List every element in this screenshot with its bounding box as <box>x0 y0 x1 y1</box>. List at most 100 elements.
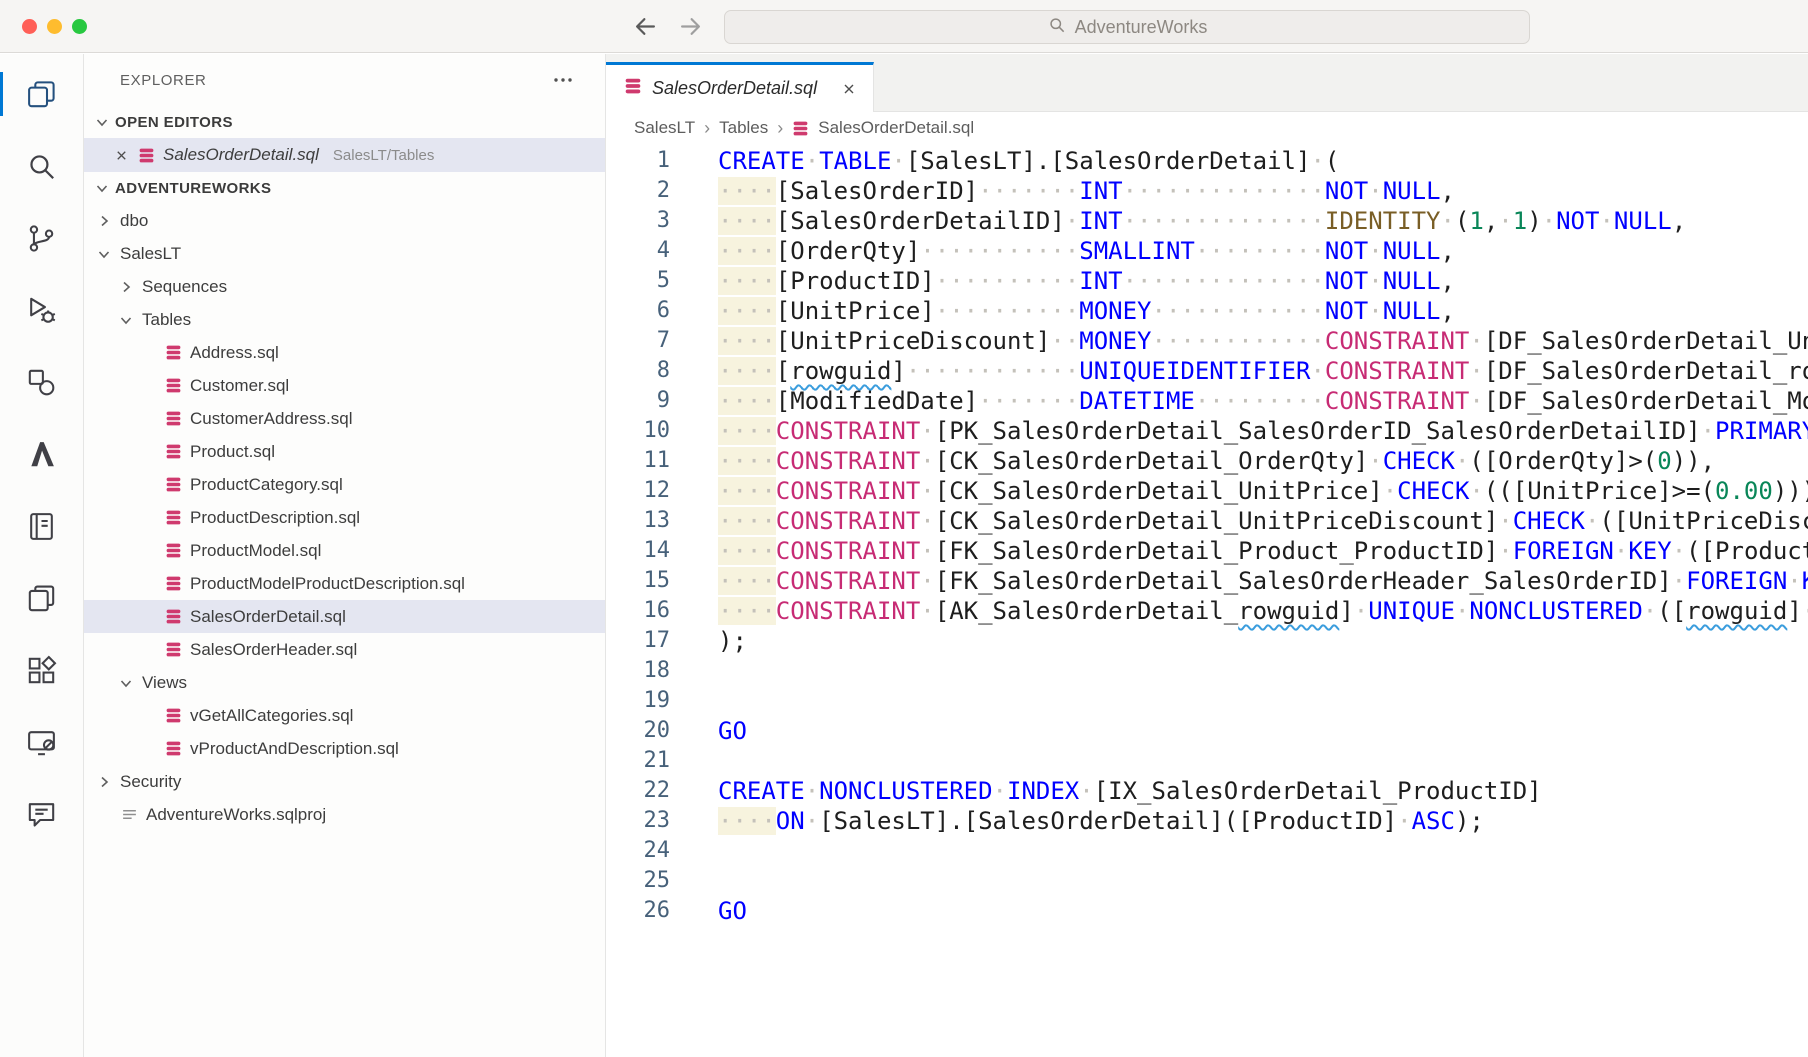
tab-salesorderdetail[interactable]: SalesOrderDetail.sql <box>606 62 874 112</box>
tree-item-tables[interactable]: Tables <box>84 303 605 336</box>
code-line-text: ····CONSTRAINT·[PK_SalesOrderDetail_Sale… <box>718 416 1808 446</box>
code-line: 12 ····CONSTRAINT·[CK_SalesOrderDetail_Un… <box>606 476 1808 506</box>
open-editor-item[interactable]: SalesOrderDetail.sql SalesLT/Tables <box>84 138 605 172</box>
tree-item-vproductanddescription-sql[interactable]: vProductAndDescription.sql <box>84 732 605 765</box>
code-line: 26GO <box>606 896 1808 926</box>
activity-azure-button[interactable] <box>0 418 84 490</box>
project-tree: dbo SalesLTSequences Tables Address.sql Cust… <box>84 204 605 831</box>
code-line: 14····CONSTRAINT·[FK_SalesOrderDetail_Pr… <box>606 536 1808 566</box>
code-editor[interactable]: 1CREATE·TABLE·[SalesLT].[SalesOrderDetai… <box>606 144 1808 1057</box>
close-editor-button[interactable] <box>114 148 129 163</box>
code-line: 23····ON·[SalesLT].[SalesOrderDetail]([P… <box>606 806 1808 836</box>
tree-item-views[interactable]: Views <box>84 666 605 699</box>
code-line-text: ····CONSTRAINT·[FK_SalesOrderDetail_Sale… <box>718 566 1808 596</box>
project-icon <box>120 806 138 823</box>
chevron-down-icon <box>118 675 134 691</box>
chevron-down-icon <box>118 312 134 328</box>
line-number: 14 <box>606 536 670 566</box>
indent-spacer <box>140 609 156 625</box>
tree-item-label: Address.sql <box>190 343 279 363</box>
line-number: 16 <box>606 596 670 626</box>
tree-item-adventureworks-sqlproj[interactable]: AdventureWorks.sqlproj <box>84 798 605 831</box>
line-number: 26 <box>606 896 670 926</box>
tree-item-label: SalesOrderDetail.sql <box>190 607 346 627</box>
activity-feedback-button[interactable] <box>0 778 84 850</box>
objects-icon <box>25 366 58 399</box>
tree-item-security[interactable]: Security <box>84 765 605 798</box>
tree-item-salesorderheader-sql[interactable]: SalesOrderHeader.sql <box>84 633 605 666</box>
tree-item-dbo[interactable]: dbo <box>84 204 605 237</box>
maximize-window-button[interactable] <box>72 19 87 34</box>
code-line: 18 <box>606 656 1808 686</box>
activity-notebooks-button[interactable] <box>0 490 84 562</box>
notebooks-icon <box>25 510 58 543</box>
activity-bar <box>0 54 84 1057</box>
close-tab-button[interactable] <box>841 81 857 97</box>
activity-extensions-button[interactable] <box>0 634 84 706</box>
line-number: 12 <box>606 476 670 506</box>
activity-explorer-button[interactable] <box>0 58 84 130</box>
chevron-right-icon <box>96 774 112 790</box>
database-icon <box>164 641 182 658</box>
breadcrumb-item-file[interactable]: SalesOrderDetail.sql <box>818 118 974 138</box>
tree-item-productdescription-sql[interactable]: ProductDescription.sql <box>84 501 605 534</box>
sidebar-title: EXPLORER <box>120 72 207 89</box>
back-button[interactable] <box>632 13 659 40</box>
tree-item-customer-sql[interactable]: Customer.sql <box>84 369 605 402</box>
code-line: 17); <box>606 626 1808 656</box>
activity-search-button[interactable] <box>0 130 84 202</box>
close-window-button[interactable] <box>22 19 37 34</box>
tree-item-label: Tables <box>142 310 191 330</box>
line-number: 8 <box>606 356 670 386</box>
window-controls <box>22 19 87 34</box>
open-editors-label: OPEN EDITORS <box>115 114 233 131</box>
tree-item-saleslt[interactable]: SalesLT <box>84 237 605 270</box>
tree-item-label: dbo <box>120 211 148 231</box>
code-line-text: ····[ModifiedDate]·······DATETIME·······… <box>718 386 1808 416</box>
tree-item-product-sql[interactable]: Product.sql <box>84 435 605 468</box>
more-actions-button[interactable] <box>551 68 575 92</box>
activity-run-debug-button[interactable] <box>0 274 84 346</box>
tree-item-sequences[interactable]: Sequences <box>84 270 605 303</box>
activity-pages-button[interactable] <box>0 562 84 634</box>
tree-item-vgetallcategories-sql[interactable]: vGetAllCategories.sql <box>84 699 605 732</box>
line-number: 3 <box>606 206 670 236</box>
activity-remote-monitor-button[interactable] <box>0 706 84 778</box>
code-line: 8····[rowguid]············UNIQUEIDENTIFI… <box>606 356 1808 386</box>
command-center-search[interactable]: AdventureWorks <box>724 10 1530 44</box>
explorer-icon <box>25 78 58 111</box>
code-line-text: ····[SalesOrderID]·······INT············… <box>718 176 1455 206</box>
indent-spacer <box>140 741 156 757</box>
database-icon <box>164 707 182 724</box>
line-number: 13 <box>606 506 670 536</box>
tree-item-productmodel-sql[interactable]: ProductModel.sql <box>84 534 605 567</box>
code-line-text: ····CONSTRAINT·[CK_SalesOrderDetail_Unit… <box>718 476 1808 506</box>
database-icon <box>164 608 182 625</box>
tree-item-customeraddress-sql[interactable]: CustomerAddress.sql <box>84 402 605 435</box>
tree-item-productmodelproductdescription-sql[interactable]: ProductModelProductDescription.sql <box>84 567 605 600</box>
project-section-label: ADVENTUREWORKS <box>115 180 271 197</box>
open-editors-header[interactable]: OPEN EDITORS <box>84 106 605 138</box>
forward-button[interactable] <box>677 13 704 40</box>
line-number: 15 <box>606 566 670 596</box>
breadcrumb-item-schema[interactable]: SalesLT <box>634 118 695 138</box>
tree-item-label: Customer.sql <box>190 376 289 396</box>
database-icon <box>164 410 182 427</box>
tab-bar: SalesOrderDetail.sql <box>606 54 1808 112</box>
breadcrumb: SalesLT › Tables › SalesOrderDetail.sql <box>606 112 1808 144</box>
code-line: 19 <box>606 686 1808 716</box>
code-line: 25 <box>606 866 1808 896</box>
code-line: 5····[ProductID]··········INT···········… <box>606 266 1808 296</box>
tree-item-productcategory-sql[interactable]: ProductCategory.sql <box>84 468 605 501</box>
minimize-window-button[interactable] <box>47 19 62 34</box>
code-line-text: CREATE·NONCLUSTERED·INDEX·[IX_SalesOrder… <box>718 776 1542 806</box>
activity-source-control-button[interactable] <box>0 202 84 274</box>
code-line-text <box>718 746 732 776</box>
tree-item-salesorderdetail-sql[interactable]: SalesOrderDetail.sql <box>84 600 605 633</box>
project-section-header[interactable]: ADVENTUREWORKS <box>84 172 605 204</box>
breadcrumb-item-folder[interactable]: Tables <box>719 118 768 138</box>
tree-item-address-sql[interactable]: Address.sql <box>84 336 605 369</box>
search-icon <box>25 150 58 183</box>
activity-objects-button[interactable] <box>0 346 84 418</box>
chevron-right-icon <box>96 213 112 229</box>
